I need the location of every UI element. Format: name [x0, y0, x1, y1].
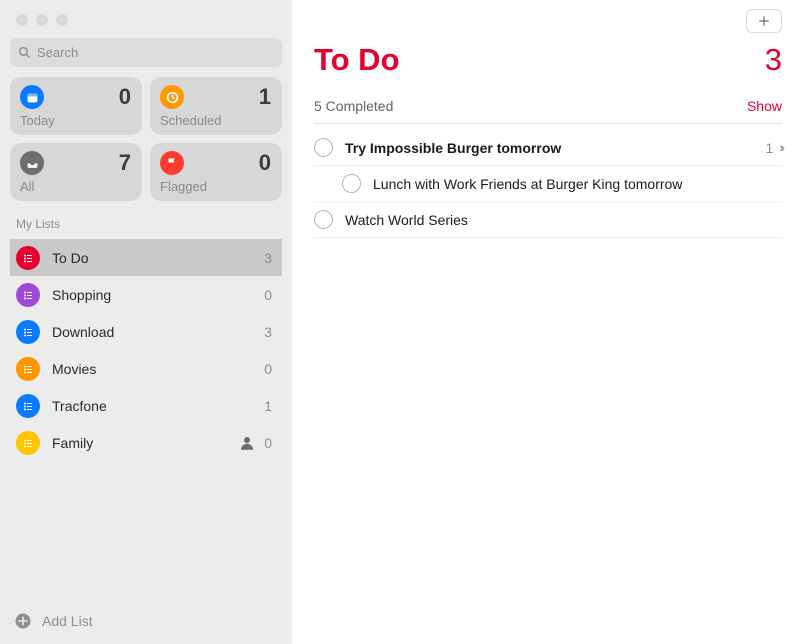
list-bullet-icon [16, 283, 40, 307]
list-count: 3 [264, 250, 272, 266]
task-checkbox[interactable] [342, 174, 361, 193]
new-reminder-button[interactable] [746, 9, 782, 33]
list-label: Movies [52, 361, 264, 377]
smart-count: 0 [119, 84, 131, 110]
list-items: To Do 3 Shopping 0 Download 3 [10, 239, 282, 604]
tray-icon [20, 151, 44, 175]
smart-count: 0 [259, 150, 271, 176]
list-bullet-icon [16, 394, 40, 418]
task-checkbox[interactable] [314, 210, 333, 229]
main-pane: To Do 3 5 Completed Show Try Impossible … [292, 0, 800, 644]
chevron-right-icon[interactable]: ›› [779, 140, 782, 155]
smart-card-today[interactable]: 0 Today [10, 77, 142, 135]
smart-label: All [20, 179, 34, 194]
list-count: 0 [264, 287, 272, 303]
smart-lists-grid: 0 Today 1 Scheduled 7 All [10, 77, 282, 201]
traffic-zoom[interactable] [56, 14, 68, 26]
smart-card-flagged[interactable]: 0 Flagged [150, 143, 282, 201]
task-title[interactable]: Lunch with Work Friends at Burger King t… [373, 176, 782, 192]
smart-label: Scheduled [160, 113, 221, 128]
list-item-movies[interactable]: Movies 0 [10, 350, 282, 387]
smart-card-scheduled[interactable]: 1 Scheduled [150, 77, 282, 135]
list-label: To Do [52, 250, 264, 266]
add-list-button[interactable]: Add List [10, 604, 282, 634]
smart-label: Flagged [160, 179, 207, 194]
list-bullet-icon [16, 431, 40, 455]
list-title: To Do [314, 42, 400, 78]
topbar [314, 6, 782, 36]
task-row[interactable]: Lunch with Work Friends at Burger King t… [314, 166, 782, 202]
smart-card-all[interactable]: 7 All [10, 143, 142, 201]
search-icon [18, 46, 31, 59]
traffic-close[interactable] [16, 14, 28, 26]
list-item-tracfone[interactable]: Tracfone 1 [10, 387, 282, 424]
list-count: 3 [264, 324, 272, 340]
list-count: 0 [264, 435, 272, 451]
section-title: My Lists [10, 215, 282, 239]
divider [314, 123, 782, 124]
list-item-shopping[interactable]: Shopping 0 [10, 276, 282, 313]
task-checkbox[interactable] [314, 138, 333, 157]
list-bullet-icon [16, 357, 40, 381]
list-count: 0 [264, 361, 272, 377]
window-controls[interactable] [10, 8, 282, 38]
task-row[interactable]: Try Impossible Burger tomorrow 1 ›› [314, 130, 782, 166]
title-bar: To Do 3 [314, 42, 782, 78]
calendar-icon [20, 85, 44, 109]
search-field[interactable] [10, 38, 282, 67]
list-bullet-icon [16, 246, 40, 270]
task-list: Try Impossible Burger tomorrow 1 ›› Lunc… [314, 130, 782, 238]
sidebar: 0 Today 1 Scheduled 7 All [0, 0, 292, 644]
list-big-count: 3 [765, 42, 782, 78]
list-label: Shopping [52, 287, 264, 303]
list-bullet-icon [16, 320, 40, 344]
smart-count: 1 [259, 84, 271, 110]
plus-circle-icon [14, 612, 32, 630]
traffic-minimize[interactable] [36, 14, 48, 26]
task-title[interactable]: Try Impossible Burger tomorrow [345, 140, 766, 156]
smart-count: 7 [119, 150, 131, 176]
subtask-count: 1 [766, 140, 774, 156]
list-label: Family [52, 435, 238, 451]
completed-count-label: 5 Completed [314, 98, 393, 114]
task-title[interactable]: Watch World Series [345, 212, 782, 228]
task-row[interactable]: Watch World Series [314, 202, 782, 238]
list-item-download[interactable]: Download 3 [10, 313, 282, 350]
list-label: Download [52, 324, 264, 340]
list-item-family[interactable]: Family 0 [10, 424, 282, 461]
list-count: 1 [264, 398, 272, 414]
clock-icon [160, 85, 184, 109]
plus-icon [757, 14, 771, 28]
show-completed-button[interactable]: Show [747, 98, 782, 114]
search-input[interactable] [37, 45, 274, 60]
list-item-to-do[interactable]: To Do 3 [10, 239, 282, 276]
smart-label: Today [20, 113, 55, 128]
flag-icon [160, 151, 184, 175]
shared-icon [238, 434, 256, 452]
list-label: Tracfone [52, 398, 264, 414]
add-list-label: Add List [42, 613, 93, 629]
